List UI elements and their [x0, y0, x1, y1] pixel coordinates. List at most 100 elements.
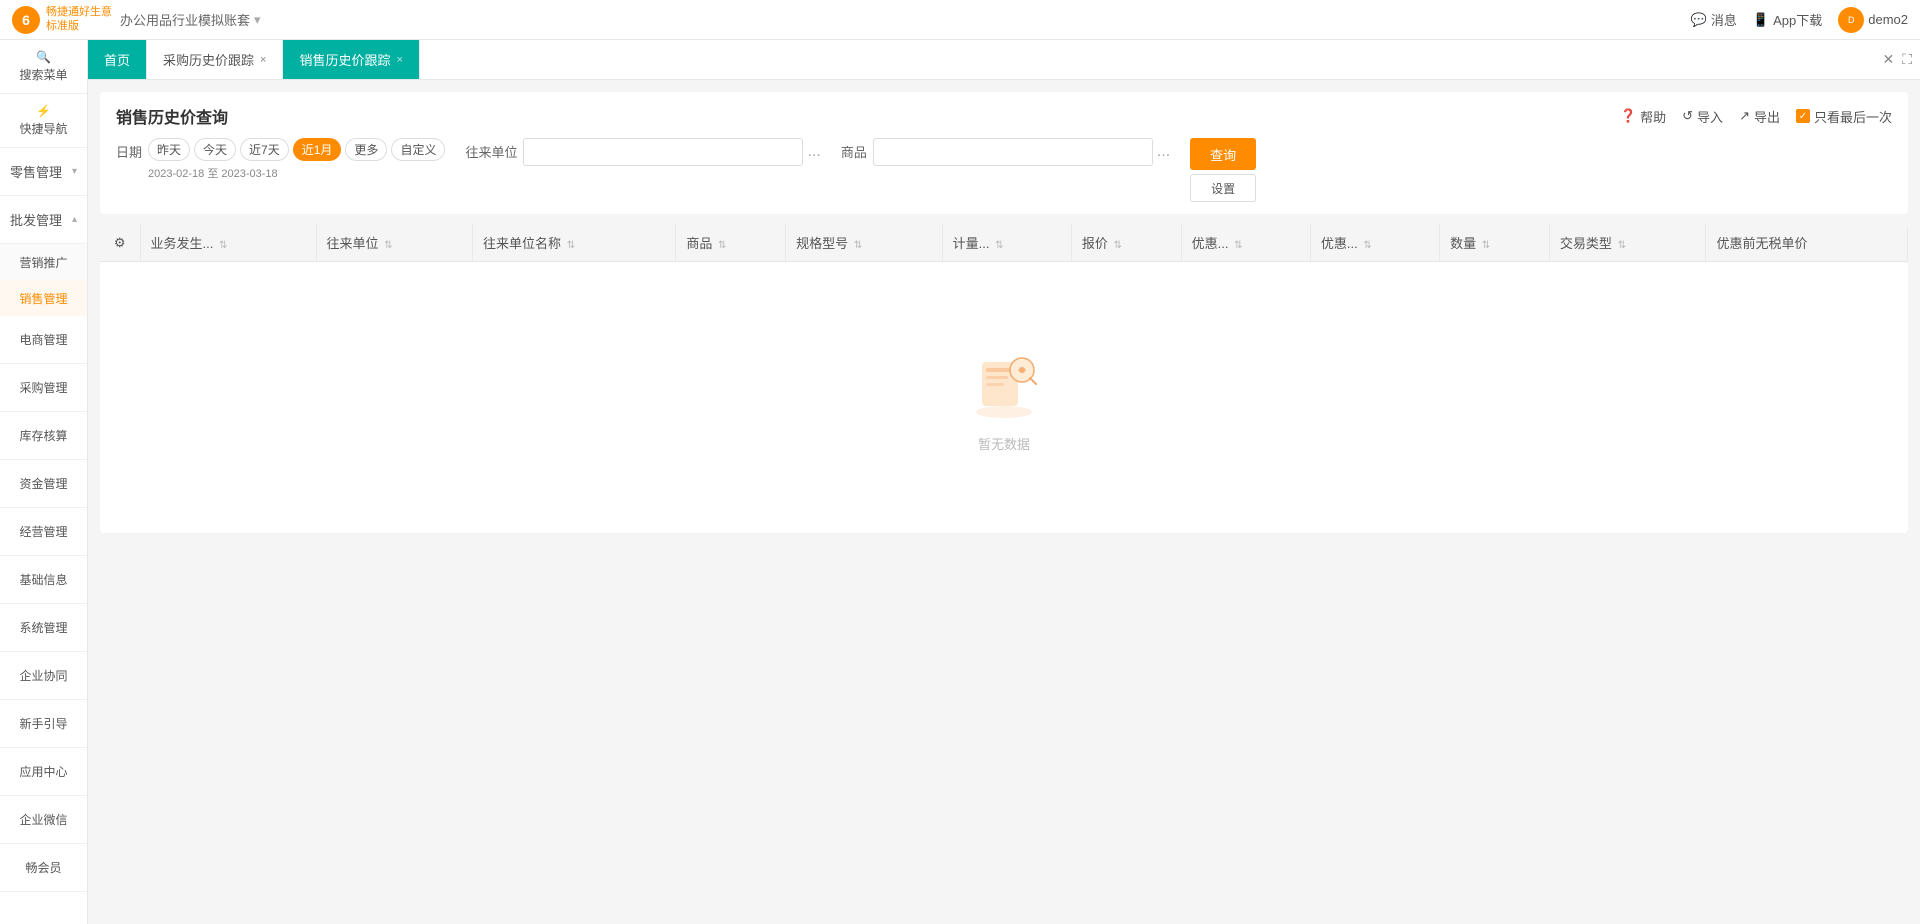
- chevron-up-icon: ▴: [72, 214, 77, 225]
- tab-sales-close[interactable]: ×: [396, 54, 402, 66]
- sidebar-item-basic[interactable]: 基础信息: [0, 556, 87, 604]
- logo-text: 畅捷通好生意 标准版: [46, 6, 112, 32]
- col-pretax-price[interactable]: 优惠前无税单价: [1706, 224, 1908, 262]
- col-discount1[interactable]: 优惠... ⇅: [1181, 224, 1310, 262]
- sidebar-item-search[interactable]: 🔍 搜索菜单: [0, 40, 87, 94]
- tab-close-window[interactable]: ✕: [1882, 51, 1894, 68]
- unit-select-button[interactable]: ...: [807, 143, 820, 161]
- tab-bar: 首页 采购历史价跟踪 × 销售历史价跟踪 × ✕ ⛶: [88, 40, 1920, 80]
- import-button[interactable]: ↺ 导入: [1682, 107, 1723, 126]
- date-btn-1month[interactable]: 近1月: [293, 138, 342, 161]
- import-icon: ↺: [1682, 108, 1693, 124]
- tab-home[interactable]: 首页: [88, 40, 147, 79]
- sort-icon: ⇅: [1234, 240, 1242, 251]
- sidebar-item-sales-mgmt[interactable]: 销售管理: [0, 280, 87, 316]
- sidebar-item-appstore[interactable]: 应用中心: [0, 748, 87, 796]
- sidebar-item-ops[interactable]: 经营管理: [0, 508, 87, 556]
- table-wrapper: ⚙ 业务发生... ⇅ 往来单位 ⇅: [100, 224, 1908, 533]
- export-button[interactable]: ↗ 导出: [1739, 107, 1780, 126]
- sidebar-item-retail[interactable]: 零售管理 ▾: [0, 148, 87, 196]
- message-button[interactable]: 💬 消息: [1691, 10, 1737, 29]
- tab-purchase[interactable]: 采购历史价跟踪 ×: [147, 40, 283, 79]
- filter-row: 日期 昨天 今天 近7天 近1月 更多 自定义 2023-02-18 至 202…: [116, 138, 1892, 202]
- filter-date-content: 昨天 今天 近7天 近1月 更多 自定义 2023-02-18 至 2023-0…: [148, 138, 445, 181]
- col-quantity[interactable]: 数量 ⇅: [1440, 224, 1550, 262]
- col-spec[interactable]: 规格型号 ⇅: [786, 224, 943, 262]
- sort-icon: ⇅: [384, 240, 392, 251]
- sort-icon: ⇅: [1618, 240, 1626, 251]
- topbar-right: 💬 消息 📱 App下载 D demo2: [1691, 7, 1908, 33]
- goods-select-button[interactable]: ...: [1157, 143, 1170, 161]
- sidebar-item-inventory[interactable]: 库存核算: [0, 412, 87, 460]
- date-btn-custom[interactable]: 自定义: [391, 138, 445, 161]
- col-price[interactable]: 报价 ⇅: [1071, 224, 1181, 262]
- date-btn-more[interactable]: 更多: [345, 138, 387, 161]
- col-discount2[interactable]: 优惠... ⇅: [1310, 224, 1439, 262]
- sidebar-item-guide[interactable]: 新手引导: [0, 700, 87, 748]
- filter-unit-input-wrapper: ...: [523, 138, 820, 166]
- table-panel: ⚙ 业务发生... ⇅ 往来单位 ⇅: [100, 224, 1908, 533]
- sidebar-item-system[interactable]: 系统管理: [0, 604, 87, 652]
- col-trade-type[interactable]: 交易类型 ⇅: [1549, 224, 1706, 262]
- sort-icon: ⇅: [718, 240, 726, 251]
- page-title: 销售历史价查询: [116, 104, 228, 128]
- col-unit[interactable]: 计量... ⇅: [942, 224, 1071, 262]
- col-goods[interactable]: 商品 ⇅: [676, 224, 786, 262]
- chevron-down-icon[interactable]: ▾: [254, 12, 261, 28]
- sidebar-submenu-wholesale: 营销推广 销售管理: [0, 244, 87, 316]
- query-button[interactable]: 查询: [1190, 138, 1256, 170]
- content-area: 首页 采购历史价跟踪 × 销售历史价跟踪 × ✕ ⛶ 销售历史价查询: [88, 40, 1920, 924]
- page-content: 销售历史价查询 ❓ 帮助 ↺ 导入 ↗ 导出: [88, 80, 1920, 924]
- topbar-left: 6 畅捷通好生意 标准版 办公用品行业模拟账套 ▾: [12, 6, 261, 34]
- date-btn-7days[interactable]: 近7天: [240, 138, 289, 161]
- sort-icon: ⇅: [219, 240, 227, 251]
- user-menu[interactable]: D demo2: [1838, 7, 1908, 33]
- setting-button[interactable]: 设置: [1190, 174, 1256, 202]
- sidebar-item-wechat[interactable]: 企业微信: [0, 796, 87, 844]
- tab-actions: ✕ ⛶: [1874, 40, 1920, 79]
- message-icon: 💬: [1691, 12, 1707, 28]
- sidebar: 🔍 搜索菜单 ⚡ 快捷导航 零售管理 ▾ 批发管理 ▴ 营销推广 销售管理 电商…: [0, 40, 88, 924]
- filter-goods: 商品 ...: [841, 138, 1170, 166]
- export-icon: ↗: [1739, 108, 1750, 124]
- gear-icon[interactable]: ⚙: [114, 235, 126, 250]
- help-button[interactable]: ❓ 帮助: [1620, 107, 1666, 126]
- col-biz-date[interactable]: 业务发生... ⇅: [140, 224, 316, 262]
- sidebar-item-ecom[interactable]: 电商管理: [0, 316, 87, 364]
- logo-area: 6 畅捷通好生意 标准版: [12, 6, 112, 34]
- filter-unit: 往来单位 ...: [465, 138, 820, 166]
- col-unit-name[interactable]: 往来单位名称 ⇅: [473, 224, 676, 262]
- app-icon: 📱: [1753, 12, 1769, 28]
- logo-icon: 6: [12, 6, 40, 34]
- col-biz-date-label: 业务发生...: [151, 236, 214, 251]
- sidebar-item-wholesale[interactable]: 批发管理 ▴: [0, 196, 87, 244]
- empty-text: 暂无数据: [978, 434, 1030, 453]
- tab-sales[interactable]: 销售历史价跟踪 ×: [283, 40, 419, 79]
- sort-icon: ⇅: [1482, 240, 1490, 251]
- query-panel: 销售历史价查询 ❓ 帮助 ↺ 导入 ↗ 导出: [100, 92, 1908, 214]
- data-table: ⚙ 业务发生... ⇅ 往来单位 ⇅: [100, 224, 1908, 262]
- only-last-checkbox[interactable]: ✓ 只看最后一次: [1796, 107, 1892, 126]
- avatar: D: [1838, 7, 1864, 33]
- date-btn-today[interactable]: 今天: [194, 138, 236, 161]
- goods-input[interactable]: [873, 138, 1153, 166]
- filter-date: 日期 昨天 今天 近7天 近1月 更多 自定义 2023-02-18 至 202…: [116, 138, 445, 181]
- btn-row: 查询 设置: [1190, 138, 1256, 202]
- chevron-down-icon: ▾: [72, 166, 77, 177]
- table-header: ⚙ 业务发生... ⇅ 往来单位 ⇅: [100, 224, 1908, 262]
- tab-maximize[interactable]: ⛶: [1902, 51, 1912, 68]
- help-icon: ❓: [1620, 108, 1636, 124]
- sidebar-item-purchase[interactable]: 采购管理: [0, 364, 87, 412]
- sidebar-item-finance[interactable]: 资金管理: [0, 460, 87, 508]
- app-download-button[interactable]: 📱 App下载: [1753, 10, 1822, 29]
- tab-purchase-close[interactable]: ×: [260, 54, 266, 66]
- date-btn-yesterday[interactable]: 昨天: [148, 138, 190, 161]
- sidebar-item-quick[interactable]: ⚡ 快捷导航: [0, 94, 87, 148]
- sidebar-item-corp[interactable]: 企业协同: [0, 652, 87, 700]
- col-unit-code[interactable]: 往来单位 ⇅: [316, 224, 473, 262]
- col-settings: ⚙: [100, 224, 140, 262]
- checkbox-icon: ✓: [1796, 109, 1810, 123]
- sidebar-item-marketing[interactable]: 营销推广: [0, 244, 87, 280]
- unit-input[interactable]: [523, 138, 803, 166]
- sidebar-item-member[interactable]: 畅会员: [0, 844, 87, 892]
